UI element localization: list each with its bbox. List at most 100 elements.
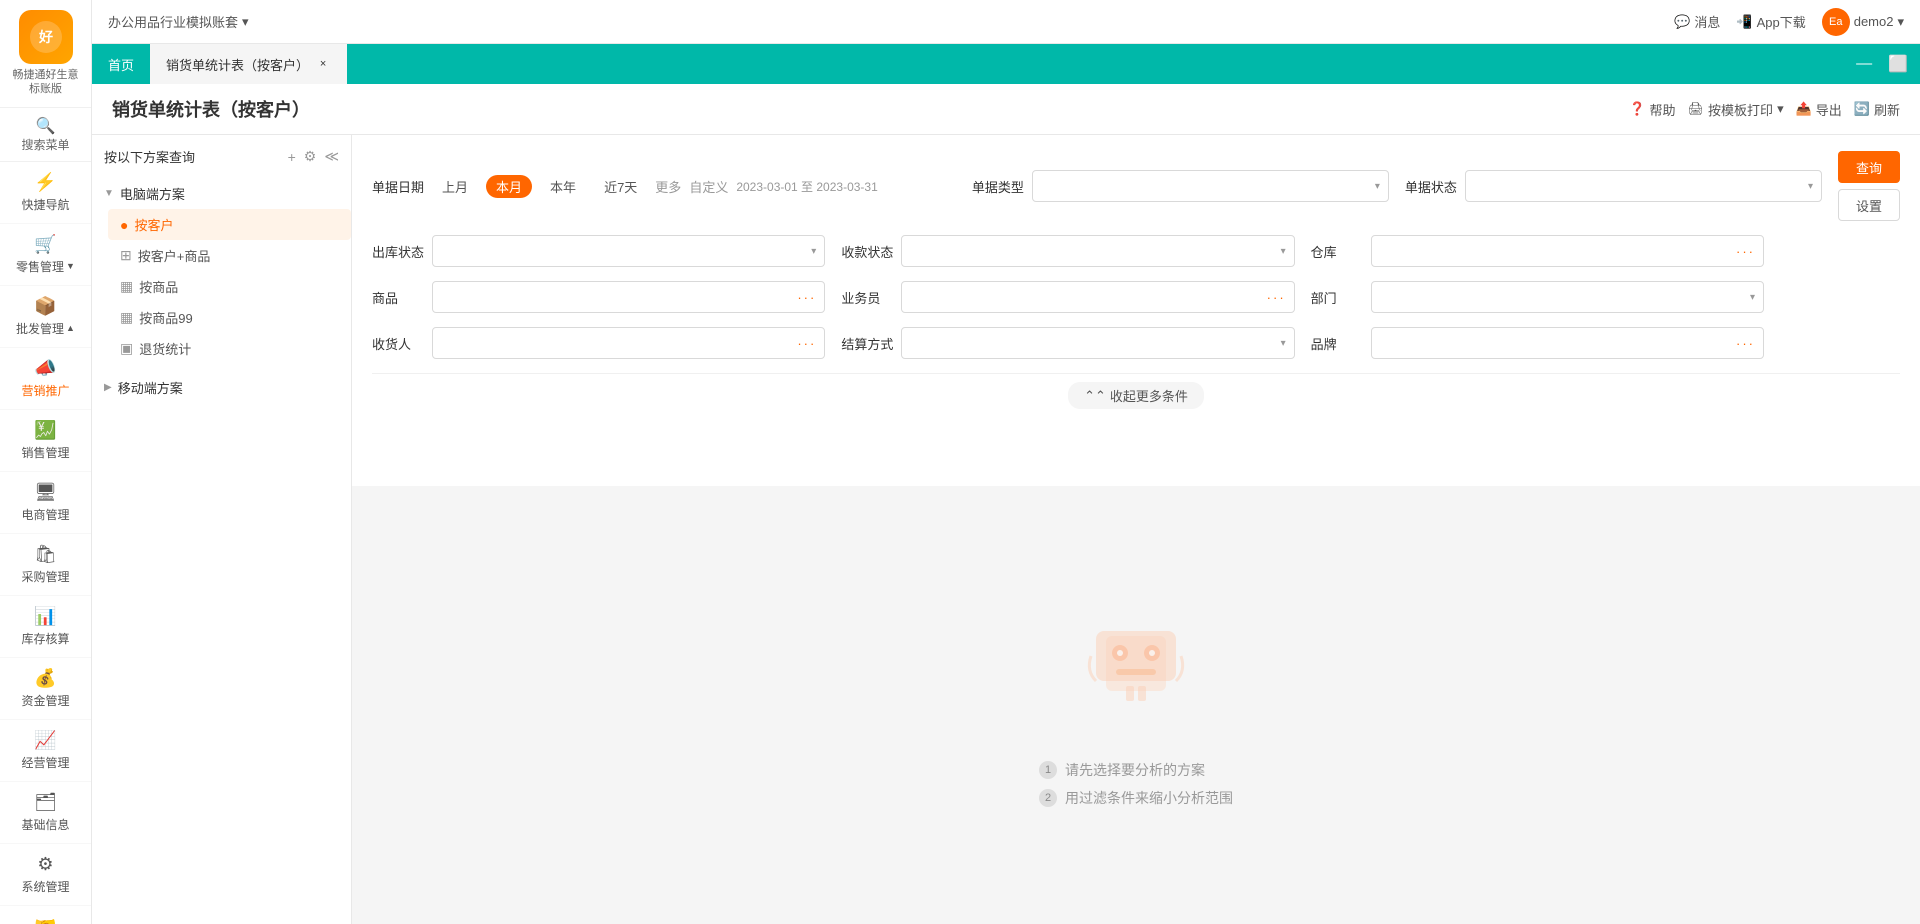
filter-section-desktop-label: 电脑端方案 xyxy=(120,184,185,203)
receipt-status-select[interactable]: ▾ xyxy=(901,235,1294,267)
user-profile-btn[interactable]: Ea demo2 ▾ xyxy=(1822,8,1904,36)
filter-item-by-product99[interactable]: ▦ 按商品99 xyxy=(108,302,351,333)
filter-item-by-customer-product[interactable]: ⊞ 按客户+商品 xyxy=(108,240,351,271)
retail-arrow: ▼ xyxy=(66,261,75,271)
sidebar-item-quicknav[interactable]: ⚡ 快捷导航 xyxy=(0,162,91,224)
filter-collapse-btn[interactable]: ≪ xyxy=(324,148,339,165)
date-btn-this-month[interactable]: 本月 xyxy=(486,175,532,198)
tab-close-btn[interactable]: × xyxy=(315,56,331,72)
filter-section-mobile-arrow: ▶ xyxy=(104,382,112,393)
filter-row-3: 商品 ··· 业务员 ··· 部门 xyxy=(372,281,1900,313)
sidebar-item-finance[interactable]: 💰 资金管理 xyxy=(0,658,91,720)
sidebar-item-operations[interactable]: 📈 经营管理 xyxy=(0,720,91,782)
collapse-label: 收起更多条件 xyxy=(1110,386,1188,405)
tab-bar-right: — ⬜ xyxy=(1852,50,1920,78)
page-content: 销货单统计表（按客户） ❓ 帮助 🖨 按模板打印 ▾ 📤 导出 🔄 刷新 xyxy=(92,84,1920,924)
wholesale-label: 批发管理 xyxy=(16,320,64,337)
tab-maximize-btn[interactable]: ⬜ xyxy=(1884,50,1912,78)
date-btn-this-year[interactable]: 本年 xyxy=(540,173,586,200)
collapse-up-icon: ⌃⌃ xyxy=(1084,388,1106,404)
sidebar-item-sales[interactable]: 💹 销售管理 xyxy=(0,410,91,472)
ecommerce-label: 电商管理 xyxy=(21,506,69,523)
brand-select[interactable]: ··· xyxy=(1371,327,1764,359)
sidebar-search[interactable]: 🔍 搜索菜单 xyxy=(0,108,91,162)
filter-item-by-customer[interactable]: ● 按客户 xyxy=(108,209,351,240)
filter-section-desktop-header[interactable]: ▼ 电脑端方案 xyxy=(92,178,351,209)
tab-minimize-btn[interactable]: — xyxy=(1852,51,1876,77)
receipt-status-arrow: ▾ xyxy=(1281,246,1286,257)
collapse-btn[interactable]: ⌃⌃ 收起更多条件 xyxy=(1068,382,1204,409)
wholesale-label-wrap: 批发管理 ▲ xyxy=(16,320,75,337)
system-label: 系统管理 xyxy=(21,878,69,895)
filter-section-mobile-header[interactable]: ▶ 移动端方案 xyxy=(92,372,351,403)
department-field: 部门 ▾ xyxy=(1311,281,1764,313)
warehouse-dots: ··· xyxy=(1736,244,1755,259)
page-header-actions: ❓ 帮助 🖨 按模板打印 ▾ 📤 导出 🔄 刷新 xyxy=(1629,100,1900,119)
message-label: 消息 xyxy=(1694,12,1720,31)
warehouse-select[interactable]: ··· xyxy=(1371,235,1764,267)
retail-icon: 🛒 xyxy=(34,234,56,255)
print-btn[interactable]: 🖨 按模板打印 ▾ xyxy=(1688,100,1784,119)
sidebar-item-ecommerce[interactable]: 🖥 电商管理 xyxy=(0,472,91,534)
department-arrow: ▾ xyxy=(1750,292,1755,303)
date-btn-last-month[interactable]: 上月 xyxy=(432,173,478,200)
settlement-select[interactable]: ▾ xyxy=(901,327,1294,359)
header-left: 办公用品行业模拟账套 ▾ xyxy=(108,12,249,31)
filter-settings-btn[interactable]: ⚙ xyxy=(304,148,317,165)
receiver-select[interactable]: ··· xyxy=(432,327,825,359)
filter-add-btn[interactable]: + xyxy=(288,149,296,165)
tab-active[interactable]: 销货单统计表（按客户） × xyxy=(150,44,347,84)
sidebar-item-wholesale[interactable]: 📦 批发管理 ▲ xyxy=(0,286,91,348)
avatar: Ea xyxy=(1822,8,1850,36)
header-right: 💬 消息 📲 App下载 Ea demo2 ▾ xyxy=(1674,8,1904,36)
filter-item-returns[interactable]: ▣ 退货统计 xyxy=(108,333,351,364)
company-dropdown[interactable]: 办公用品行业模拟账套 ▾ xyxy=(108,12,249,31)
tab-active-label: 销货单统计表（按客户） xyxy=(166,55,309,74)
sidebar-item-system[interactable]: ⚙ 系统管理 xyxy=(0,844,91,906)
filter-item-by-product[interactable]: ▦ 按商品 xyxy=(108,271,351,302)
export-btn[interactable]: 📤 导出 xyxy=(1796,100,1842,119)
help-btn[interactable]: ❓ 帮助 xyxy=(1629,100,1675,119)
date-btn-custom[interactable]: 自定义 xyxy=(689,177,728,196)
by-customer-icon: ● xyxy=(120,217,128,233)
main-area: 办公用品行业模拟账套 ▾ 💬 消息 📲 App下载 Ea demo2 ▾ xyxy=(92,0,1920,924)
message-btn[interactable]: 💬 消息 xyxy=(1674,12,1720,31)
sidebar-logo: 好 畅捷通好生意 标账版 xyxy=(0,0,91,108)
query-button[interactable]: 查询 xyxy=(1838,151,1900,183)
tab-home[interactable]: 首页 xyxy=(92,44,150,84)
sidebar-item-purchase[interactable]: 🛍 采购管理 xyxy=(0,534,91,596)
tab-home-label: 首页 xyxy=(108,55,134,74)
sidebar-item-marketing[interactable]: 📣 营销推广 xyxy=(0,348,91,410)
date-btn-more[interactable]: 更多 xyxy=(655,177,681,196)
by-customer-product-icon: ⊞ xyxy=(120,247,132,264)
department-select[interactable]: ▾ xyxy=(1371,281,1764,313)
date-btn-7days[interactable]: 近7天 xyxy=(594,173,647,200)
doc-type-select[interactable]: ▾ xyxy=(1032,170,1389,202)
operations-icon: 📈 xyxy=(34,730,56,751)
filter-section-desktop-items: ● 按客户 ⊞ 按客户+商品 ▦ 按商品 ▦ 按 xyxy=(92,209,351,364)
app-download-btn[interactable]: 📲 App下载 xyxy=(1736,12,1805,31)
sidebar-item-inventory[interactable]: 📊 库存核算 xyxy=(0,596,91,658)
by-product-icon: ▦ xyxy=(120,278,133,295)
salesperson-select[interactable]: ··· xyxy=(901,281,1294,313)
doc-status-select[interactable]: ▾ xyxy=(1465,170,1822,202)
empty-tips: 1 请先选择要分析的方案 2 用过滤条件来缩小分析范围 xyxy=(1039,760,1233,808)
filter-sidebar-title: 按以下方案查询 xyxy=(104,147,195,166)
sidebar-item-basics[interactable]: 🗂 基础信息 xyxy=(0,782,91,844)
system-icon: ⚙ xyxy=(37,854,53,875)
receipt-status-field: 收款状态 ▾ xyxy=(841,235,1294,267)
page-title: 销货单统计表（按客户） xyxy=(112,96,310,122)
avatar-text: Ea xyxy=(1829,16,1842,28)
filter-main: 单据日期 上月 本月 本年 近7天 更多 自定义 2023-03-01 至 20… xyxy=(352,135,1920,486)
filter-section-mobile-label: 移动端方案 xyxy=(118,378,183,397)
settings-button[interactable]: 设置 xyxy=(1838,189,1900,221)
inventory-icon: 📊 xyxy=(34,606,56,627)
returns-icon: ▣ xyxy=(120,340,133,357)
product-select[interactable]: ··· xyxy=(432,281,825,313)
refresh-btn[interactable]: 🔄 刷新 xyxy=(1854,100,1900,119)
sidebar-item-enterprise[interactable]: 🤝 企业协同 xyxy=(0,906,91,924)
out-status-select[interactable]: ▾ xyxy=(432,235,825,267)
salesperson-field: 业务员 ··· xyxy=(841,281,1294,313)
wholesale-arrow: ▲ xyxy=(66,323,75,333)
sidebar-item-retail[interactable]: 🛒 零售管理 ▼ xyxy=(0,224,91,286)
